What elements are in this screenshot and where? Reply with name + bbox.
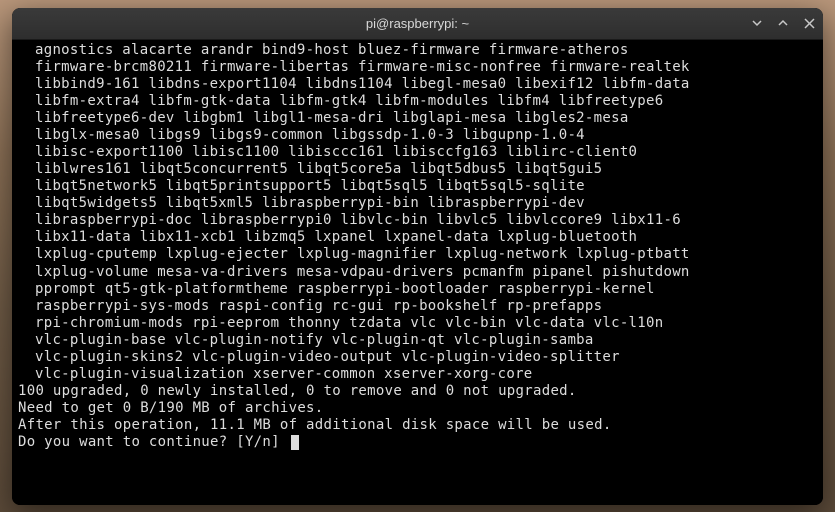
package-line: libisc-export1100 libisc1100 libisccc161… [18,144,817,161]
package-line: pprompt qt5-gtk-platformtheme raspberryp… [18,281,817,298]
package-line: agnostics alacarte arandr bind9-host blu… [18,42,817,59]
titlebar: pi@raspberrypi: ~ [12,8,823,40]
maximize-button[interactable] [775,15,791,31]
chevron-down-icon [751,17,763,29]
package-line: libqt5network5 libqt5printsupport5 libqt… [18,178,817,195]
terminal-window: pi@raspberrypi: ~ agnostics alacarte ara… [12,8,823,505]
package-line: lxplug-volume mesa-va-drivers mesa-vdpau… [18,264,817,281]
window-title: pi@raspberrypi: ~ [366,16,469,31]
summary-line: Need to get 0 B/190 MB of archives. [18,400,817,417]
close-button[interactable] [801,15,817,31]
package-line: libfreetype6-dev libgbm1 libgl1-mesa-dri… [18,110,817,127]
terminal-output[interactable]: agnostics alacarte arandr bind9-host blu… [12,40,823,505]
package-line: firmware-brcm80211 firmware-libertas fir… [18,59,817,76]
package-line: libx11-data libx11-xcb1 libzmq5 lxpanel … [18,229,817,246]
package-line: libbind9-161 libdns-export1104 libdns110… [18,76,817,93]
package-line: lxplug-cputemp lxplug-ejecter lxplug-mag… [18,246,817,263]
package-line: libfm-extra4 libfm-gtk-data libfm-gtk4 l… [18,93,817,110]
package-line: vlc-plugin-skins2 vlc-plugin-video-outpu… [18,349,817,366]
prompt-line[interactable]: Do you want to continue? [Y/n] [18,434,817,451]
cursor [291,435,299,450]
package-line: libraspberrypi-doc libraspberrypi0 libvl… [18,212,817,229]
window-controls [749,15,817,31]
chevron-up-icon [777,17,789,29]
package-line: vlc-plugin-visualization xserver-common … [18,366,817,383]
package-line: libqt5widgets5 libqt5xml5 libraspberrypi… [18,195,817,212]
package-line: libglx-mesa0 libgs9 libgs9-common libgss… [18,127,817,144]
package-line: raspberrypi-sys-mods raspi-config rc-gui… [18,298,817,315]
summary-line: After this operation, 11.1 MB of additio… [18,417,817,434]
close-icon [804,18,815,29]
package-line: vlc-plugin-base vlc-plugin-notify vlc-pl… [18,332,817,349]
minimize-button[interactable] [749,15,765,31]
package-line: rpi-chromium-mods rpi-eeprom thonny tzda… [18,315,817,332]
summary-line: 100 upgraded, 0 newly installed, 0 to re… [18,383,817,400]
package-line: liblwres161 libqt5concurrent5 libqt5core… [18,161,817,178]
